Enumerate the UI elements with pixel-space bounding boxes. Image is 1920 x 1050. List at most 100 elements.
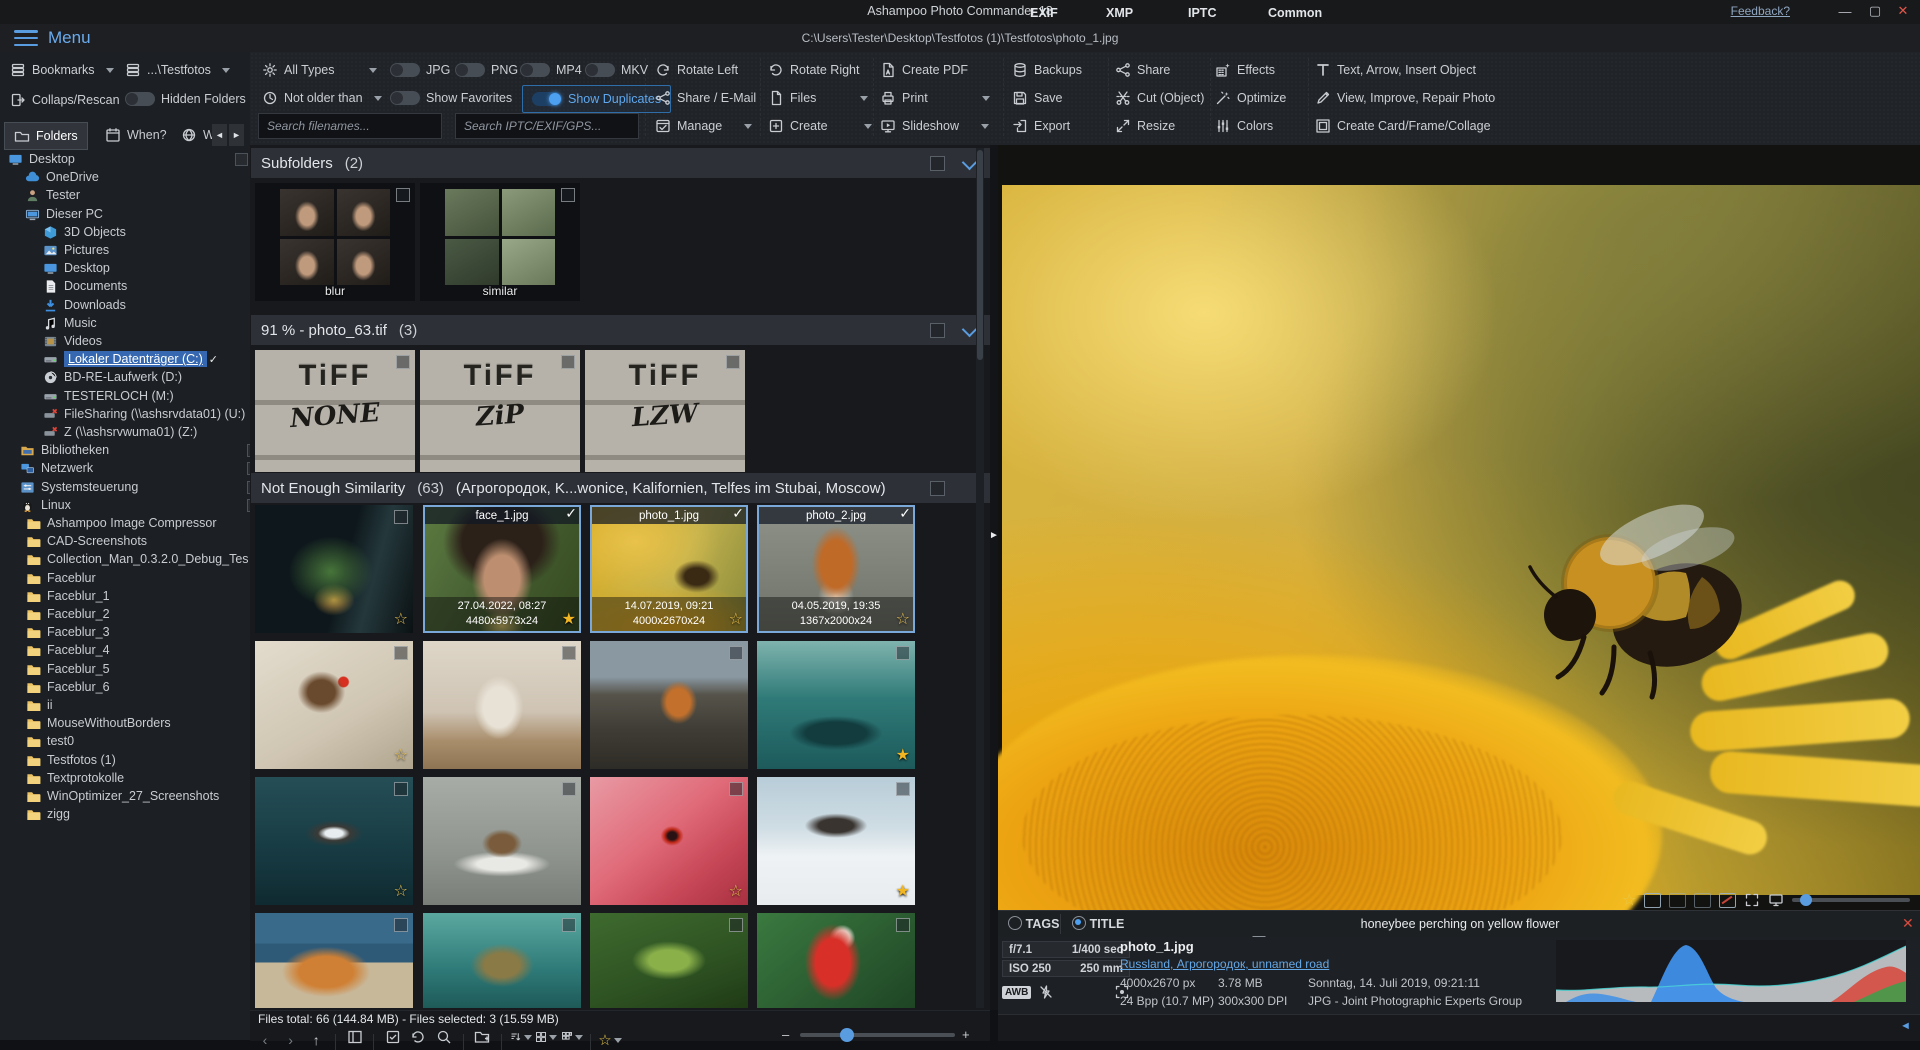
thumb-checkbox[interactable] — [394, 782, 408, 796]
grid-view-dropdown[interactable] — [535, 1027, 557, 1047]
thumbnail[interactable]: ★ — [757, 777, 915, 905]
text-arrow-insert-button[interactable]: Text, Arrow, Insert Object — [1315, 58, 1476, 82]
back-button[interactable]: ‹ — [254, 1030, 276, 1050]
tree-item-folder[interactable]: Collection_Man_0.3.2.0_Debug_Tes — [0, 550, 274, 568]
thumb-checkbox[interactable] — [396, 355, 410, 369]
photo-title-text[interactable]: honeybee perching on yellow flower — [1200, 917, 1720, 931]
thumbnail[interactable]: ★ — [757, 641, 915, 769]
tree-item-pictures[interactable]: Pictures — [0, 241, 291, 259]
thumbnail[interactable] — [255, 913, 413, 1008]
tree-item-folder[interactable]: Ashampoo Image Compressor — [0, 514, 274, 532]
backups-button[interactable]: Backups — [1012, 58, 1082, 82]
thumb-checkbox[interactable] — [726, 355, 740, 369]
thumb-checkbox[interactable] — [729, 918, 743, 932]
favorite-star-icon[interactable]: ☆ — [729, 609, 743, 629]
print-dropdown[interactable]: Print — [880, 86, 990, 110]
tree-item-systemsteuerung[interactable]: Systemsteuerung — [0, 478, 268, 496]
favorite-star-icon[interactable]: ☆ — [394, 745, 408, 765]
current-folder-dropdown[interactable]: ...\Testfotos — [125, 62, 230, 78]
tree-item-folder[interactable]: Faceblur_3 — [0, 623, 274, 641]
tab-when[interactable]: When? — [96, 122, 176, 148]
tree-item-drive-d[interactable]: BD-RE-Laufwerk (D:) — [0, 368, 291, 386]
thumbnail[interactable] — [590, 913, 748, 1008]
tab-common[interactable]: Common — [1268, 6, 1322, 20]
export-button[interactable]: Export — [1012, 114, 1070, 138]
create-card-frame-collage-button[interactable]: Create Card/Frame/Collage — [1315, 114, 1491, 138]
search-filenames-input[interactable] — [258, 113, 442, 139]
thumbnail-tiff-zip[interactable]: TiFFZiP — [420, 350, 580, 472]
thumb-checkbox[interactable] — [396, 188, 410, 202]
group-header-duplicates[interactable]: 91 % - photo_63.tif (3) — [251, 315, 997, 345]
collapse-chevron-icon[interactable] — [962, 155, 978, 171]
tree-item-downloads[interactable]: Downloads — [0, 296, 291, 314]
tree-item-desktop2[interactable]: Desktop — [0, 259, 291, 277]
thumbnail[interactable]: ☆ — [255, 505, 413, 633]
thumb-checkbox[interactable] — [394, 646, 408, 660]
tree-item-netzwerk[interactable]: Netzwerk — [0, 459, 268, 477]
thumb-checkbox[interactable] — [896, 918, 910, 932]
tree-item-videos[interactable]: Videos — [0, 332, 291, 350]
view-improve-repair-button[interactable]: View, Improve, Repair Photo — [1315, 86, 1495, 110]
favorites-filter-dropdown[interactable]: ☆ — [599, 1030, 621, 1050]
minimize-button[interactable]: — — [1830, 0, 1860, 22]
manage-dropdown[interactable]: Manage — [655, 114, 752, 138]
favorite-star-icon[interactable]: ★ — [562, 609, 576, 629]
rotate-right-button[interactable]: Rotate Right — [768, 58, 859, 82]
mp4-filter-toggle[interactable]: MP4 — [520, 58, 582, 82]
thumbnail-tiff-lzw[interactable]: TiFFLZW — [585, 350, 745, 472]
scrollbar-thumb[interactable] — [977, 150, 983, 360]
group-checkbox[interactable] — [930, 156, 945, 171]
share-button[interactable]: Share — [1115, 58, 1170, 82]
tree-item-3d-objects[interactable]: 3D Objects — [0, 223, 291, 241]
mkv-filter-toggle[interactable]: MKV — [585, 58, 648, 82]
collaps-rescan-button[interactable]: Collaps/Rescan — [10, 92, 120, 108]
selected-check-icon[interactable]: ✓ — [565, 505, 577, 522]
tree-item-drive-c[interactable]: Lokaler Datenträger (C:)✓ — [0, 350, 291, 368]
close-button[interactable]: ✕ — [1888, 0, 1918, 22]
tree-item-folder[interactable]: Faceblur_4 — [0, 641, 274, 659]
tree-item-folder[interactable]: Faceblur_2 — [0, 605, 274, 623]
tree-item-folder[interactable]: Faceblur_1 — [0, 587, 274, 605]
group-header-subfolders[interactable]: Subfolders (2) — [251, 148, 997, 178]
tab-exif[interactable]: EXIF — [1030, 6, 1058, 20]
sort-dropdown[interactable] — [510, 1027, 532, 1047]
favorite-star-icon[interactable]: ☆ — [394, 881, 408, 901]
search-icon[interactable] — [433, 1027, 455, 1047]
tile-view-dropdown[interactable] — [561, 1027, 583, 1047]
tree-item-folder[interactable]: Faceblur_6 — [0, 678, 274, 696]
bookmarks-dropdown[interactable]: Bookmarks — [10, 62, 114, 78]
thumbnail[interactable]: ☆ — [255, 777, 413, 905]
new-folder-button[interactable] — [471, 1027, 493, 1047]
thumb-checkbox[interactable] — [896, 782, 910, 796]
tab-xmp[interactable]: XMP — [1106, 6, 1133, 20]
thumb-checkbox[interactable] — [394, 510, 408, 524]
collapse-panel-icon[interactable]: ◄ — [1900, 1020, 1911, 1032]
show-favorites-toggle[interactable]: Show Favorites — [390, 86, 512, 110]
show-duplicates-toggle[interactable]: Show Duplicates — [522, 85, 671, 113]
monitor-icon[interactable] — [1768, 892, 1784, 908]
colors-button[interactable]: Colors — [1215, 114, 1273, 138]
subfolder-similar[interactable]: similar — [420, 183, 580, 301]
thumb-checkbox[interactable] — [562, 918, 576, 932]
rotate-left-button[interactable]: Rotate Left — [655, 58, 738, 82]
thumbnail[interactable]: ☆ — [255, 641, 413, 769]
share-email-button[interactable]: Share / E-Mail — [655, 86, 756, 110]
menu-button[interactable]: Menu — [48, 28, 91, 48]
favorite-star-icon[interactable]: ☆ — [896, 609, 910, 629]
favorite-star-icon[interactable]: ☆ — [729, 881, 743, 901]
tree-item-onedrive[interactable]: OneDrive — [0, 168, 273, 186]
tree-item-drive-z[interactable]: Z (\\ashsrvwuma01) (Z:) — [0, 423, 291, 441]
thumb-checkbox[interactable] — [729, 782, 743, 796]
tree-item-linux[interactable]: Linux — [0, 496, 268, 514]
split-view-icon[interactable] — [1669, 893, 1686, 908]
thumbnail[interactable] — [423, 913, 581, 1008]
toggle-sidebar-button[interactable] — [344, 1027, 366, 1047]
thumb-checkbox[interactable] — [896, 646, 910, 660]
create-dropdown[interactable]: Create — [768, 114, 872, 138]
tree-item-folder[interactable]: MouseWithoutBorders — [0, 714, 274, 732]
slideshow-dropdown[interactable]: Slideshow — [880, 114, 989, 138]
png-filter-toggle[interactable]: PNG — [455, 58, 518, 82]
maximize-button[interactable]: ▢ — [1860, 0, 1890, 22]
tree-item-folder[interactable]: zigg — [0, 805, 274, 823]
thumbnail-size-slider[interactable] — [800, 1033, 955, 1037]
